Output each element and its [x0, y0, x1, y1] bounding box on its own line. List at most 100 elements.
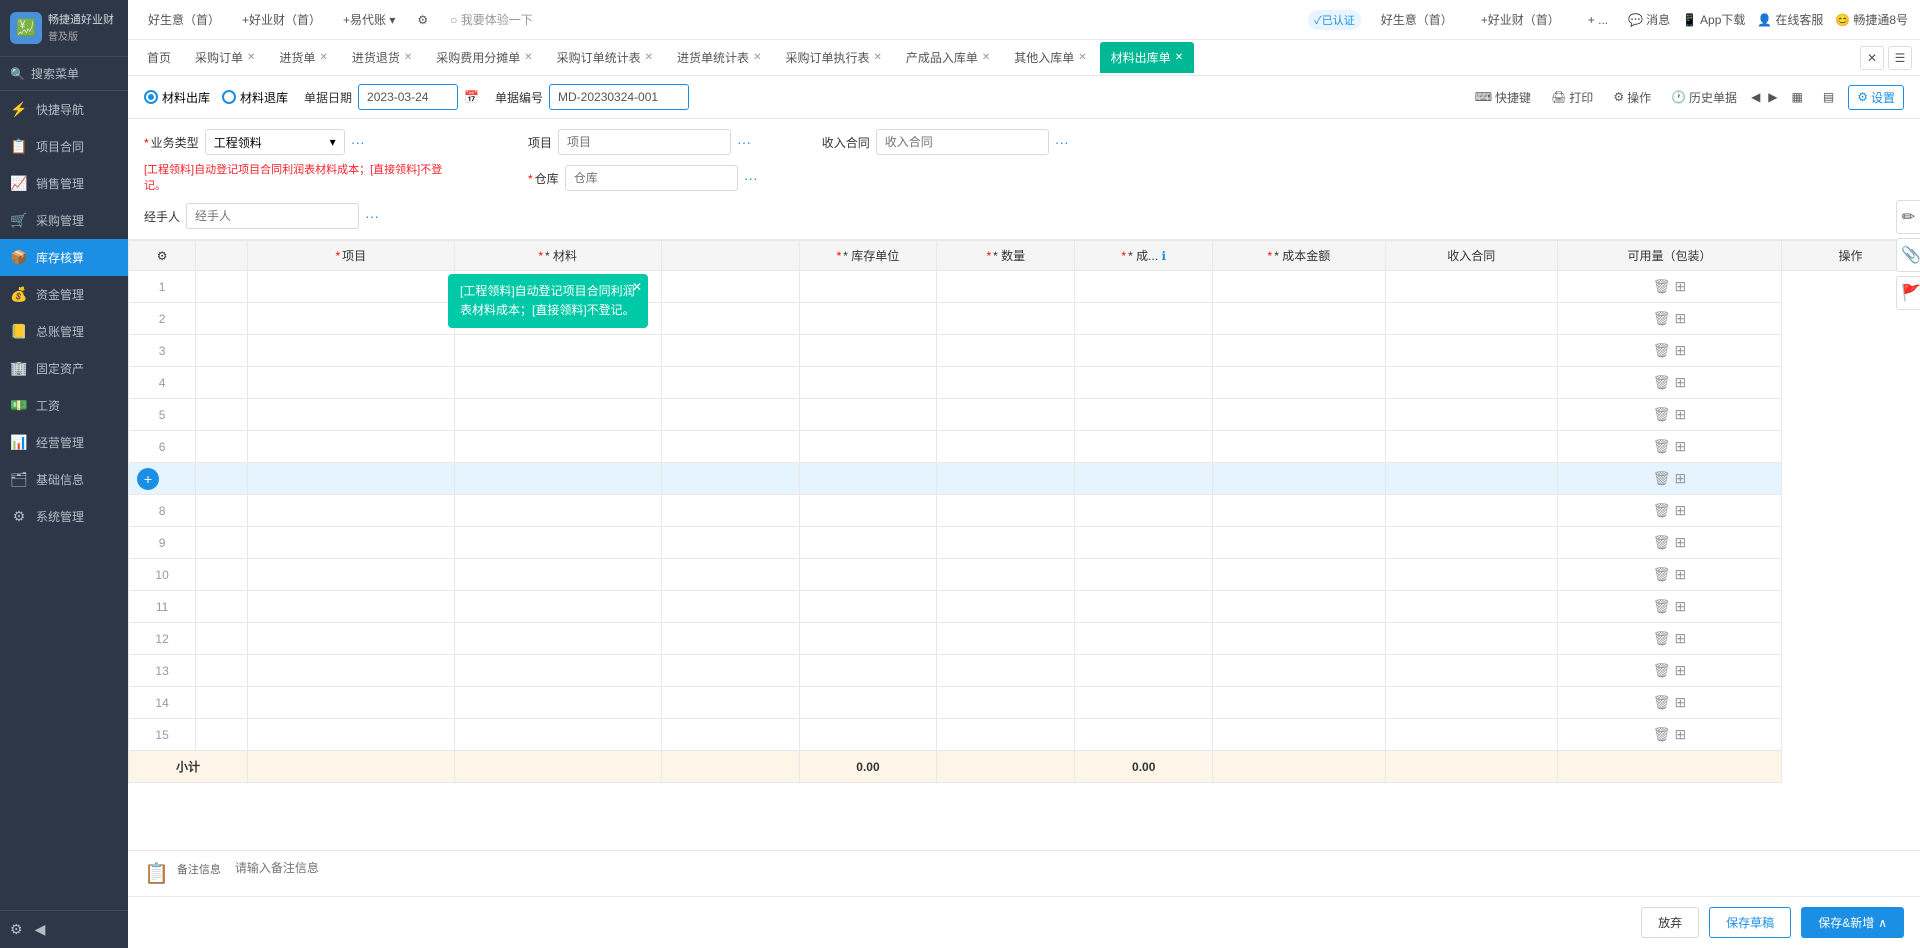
topnav-good-finance[interactable]: +好业财（首） — [234, 7, 329, 32]
row-14-spec[interactable] — [454, 687, 661, 719]
sidebar-item-xitong[interactable]: ⚙ 系统管理 — [0, 498, 128, 535]
row-14-income[interactable] — [1213, 687, 1385, 719]
row-14-material[interactable] — [247, 687, 454, 719]
row-5-quantity[interactable] — [799, 399, 937, 431]
row-4-quantity[interactable] — [799, 367, 937, 399]
row-14-unit[interactable] — [661, 687, 799, 719]
income-contract-input[interactable] — [876, 129, 1049, 155]
row-5-unit[interactable] — [661, 399, 799, 431]
row-3-unit[interactable] — [661, 335, 799, 367]
sidebar-item-gongzi[interactable]: 💵 工资 — [0, 387, 128, 424]
row-7-quantity[interactable] — [799, 463, 937, 495]
row-8-income[interactable] — [1213, 495, 1385, 527]
row-14-quantity[interactable] — [799, 687, 937, 719]
row-15-delete-icon[interactable]: 🗑 — [1653, 726, 1671, 743]
row-13-project[interactable] — [196, 655, 248, 687]
topnav-settings-icon[interactable]: ⚙ — [409, 9, 436, 31]
table-row[interactable]: 12 🗑⊞ — [129, 623, 1920, 655]
row-6-material[interactable] — [247, 431, 454, 463]
row-9-spec[interactable] — [454, 527, 661, 559]
row-7-cost[interactable] — [937, 463, 1075, 495]
row-15-available[interactable] — [1385, 719, 1557, 751]
view-table-btn[interactable]: ▦ — [1786, 87, 1809, 107]
row-13-unit[interactable] — [661, 655, 799, 687]
row-1-delete-icon[interactable]: 🗑 — [1653, 278, 1671, 295]
row-9-delete-icon[interactable]: 🗑 — [1653, 534, 1671, 551]
row-8-project[interactable] — [196, 495, 248, 527]
tab-product-in[interactable]: 产成品入库单 ✕ — [895, 42, 1001, 73]
row-10-cost[interactable] — [937, 559, 1075, 591]
row-3-spec[interactable] — [454, 335, 661, 367]
row-5-copy-icon[interactable]: ⊞ — [1674, 406, 1686, 423]
tab-close-product-in[interactable]: ✕ — [982, 52, 990, 63]
row-10-project[interactable] — [196, 559, 248, 591]
row-10-income[interactable] — [1213, 559, 1385, 591]
row-9-quantity[interactable] — [799, 527, 937, 559]
row-8-available[interactable] — [1385, 495, 1557, 527]
topbar-app-download[interactable]: 📱 App下载 — [1682, 11, 1745, 28]
settings-icon[interactable]: ⚙ — [10, 921, 23, 938]
row-12-available[interactable] — [1385, 623, 1557, 655]
tab-purchase-exec[interactable]: 采购订单执行表 ✕ — [774, 42, 892, 73]
row-7-material[interactable] — [247, 463, 454, 495]
row-11-material[interactable] — [247, 591, 454, 623]
table-row[interactable]: 5 🗑⊞ — [129, 399, 1920, 431]
topnav-good-business[interactable]: 好生意（首） — [140, 7, 228, 32]
discard-button[interactable]: 放弃 — [1641, 907, 1699, 938]
row-11-copy-icon[interactable]: ⊞ — [1674, 598, 1686, 615]
row-12-copy-icon[interactable]: ⊞ — [1674, 630, 1686, 647]
row-5-spec[interactable] — [454, 399, 661, 431]
row-15-unit[interactable] — [661, 719, 799, 751]
row-9-income[interactable] — [1213, 527, 1385, 559]
row-4-cost-amount[interactable] — [1075, 367, 1213, 399]
table-row[interactable]: 6 🗑⊞ — [129, 431, 1920, 463]
row-10-spec[interactable] — [454, 559, 661, 591]
tab-close-purchase-fee[interactable]: ✕ — [524, 52, 532, 63]
right-tool-flag[interactable]: 🚩 — [1896, 276, 1920, 310]
row-12-cost[interactable] — [937, 623, 1075, 655]
calendar-icon[interactable]: 📅 — [464, 90, 479, 104]
row-1-copy-icon[interactable]: ⊞ — [1674, 278, 1686, 295]
topbar-right-good-biz[interactable]: 好生意（首） — [1373, 7, 1461, 32]
settings-btn[interactable]: ⚙ 设置 — [1848, 85, 1904, 110]
topbar-right-good-finance[interactable]: +好业财（首） — [1473, 7, 1568, 32]
row-12-income[interactable] — [1213, 623, 1385, 655]
table-row[interactable]: 2 🗑⊞ — [129, 303, 1920, 335]
sidebar-item-jingying[interactable]: 📊 经营管理 — [0, 424, 128, 461]
row-14-delete-icon[interactable]: 🗑 — [1653, 694, 1671, 711]
row-11-quantity[interactable] — [799, 591, 937, 623]
sidebar-search[interactable]: 🔍 搜索菜单 — [0, 57, 128, 91]
sidebar-item-kuaijie[interactable]: ⚡ 快捷导航 — [0, 91, 128, 128]
row-10-copy-icon[interactable]: ⊞ — [1674, 566, 1686, 583]
row-9-copy-icon[interactable]: ⊞ — [1674, 534, 1686, 551]
tab-menu[interactable]: ☰ — [1888, 46, 1912, 70]
tab-close-material-out[interactable]: ✕ — [1175, 52, 1183, 63]
row-4-project[interactable] — [196, 367, 248, 399]
row-2-unit[interactable] — [661, 303, 799, 335]
row-11-spec[interactable] — [454, 591, 661, 623]
table-row[interactable]: 11 🗑⊞ — [129, 591, 1920, 623]
row-7-spec[interactable] — [454, 463, 661, 495]
row-12-project[interactable] — [196, 623, 248, 655]
row-12-spec[interactable] — [454, 623, 661, 655]
handler-dots[interactable]: ··· — [365, 208, 379, 224]
row-15-cost-amount[interactable] — [1075, 719, 1213, 751]
row-6-cost[interactable] — [937, 431, 1075, 463]
table-row[interactable]: 10 🗑⊞ — [129, 559, 1920, 591]
row-1-income[interactable] — [1213, 271, 1385, 303]
topbar-message[interactable]: 💬 消息 — [1628, 11, 1670, 28]
view-list-btn[interactable]: ▤ — [1817, 87, 1840, 107]
row-2-project[interactable] — [196, 303, 248, 335]
row-5-cost[interactable] — [937, 399, 1075, 431]
table-row-active[interactable]: + 🗑⊞ — [129, 463, 1920, 495]
operation-btn[interactable]: ⚙ 操作 — [1607, 86, 1657, 109]
row-4-delete-icon[interactable]: 🗑 — [1653, 374, 1671, 391]
row-7-available[interactable] — [1385, 463, 1557, 495]
row-8-copy-icon[interactable]: ⊞ — [1674, 502, 1686, 519]
row-14-cost[interactable] — [937, 687, 1075, 719]
row-8-cost[interactable] — [937, 495, 1075, 527]
tab-close-purchase-order[interactable]: ✕ — [247, 52, 255, 63]
row-10-unit[interactable] — [661, 559, 799, 591]
warehouse-input[interactable] — [565, 165, 738, 191]
tab-purchase-order[interactable]: 采购订单 ✕ — [184, 42, 266, 73]
